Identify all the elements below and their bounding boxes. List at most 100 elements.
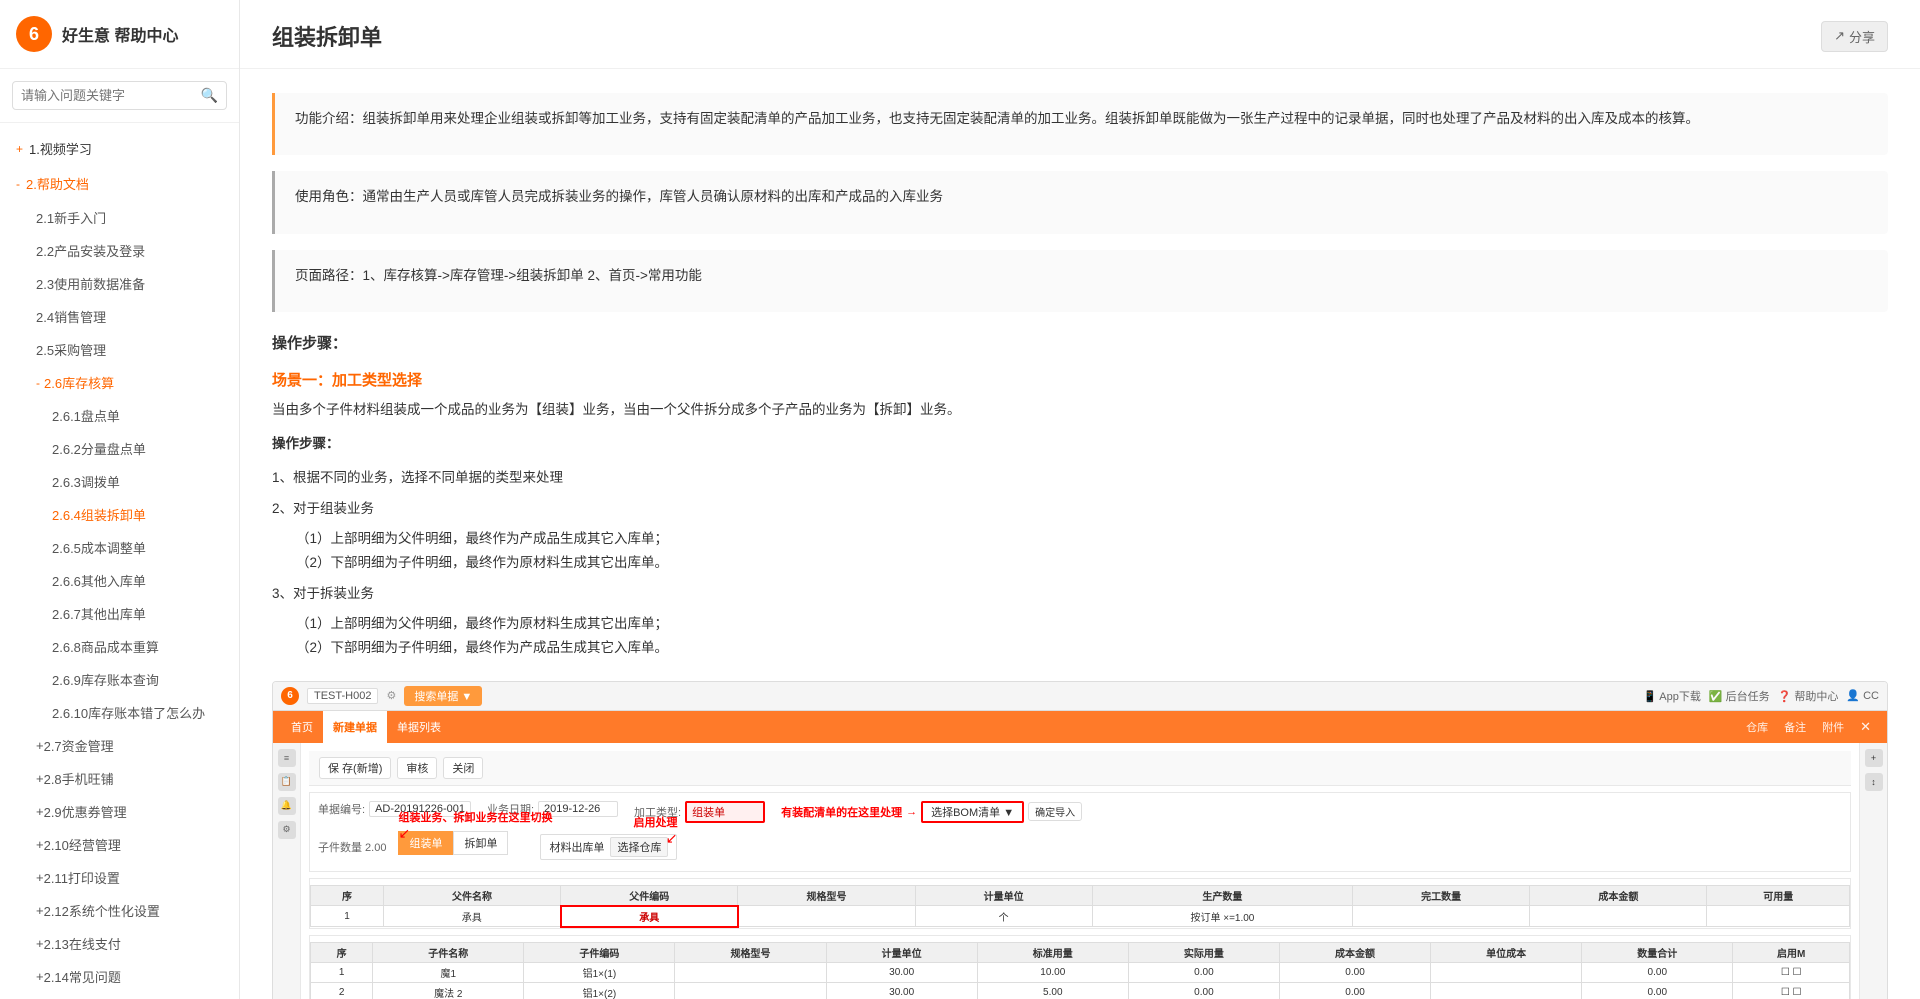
- fake-activation-label: 材料出库单: [549, 839, 604, 855]
- step1: 1、根据不同的业务，选择不同单据的类型来处理: [272, 466, 1888, 490]
- sidebar-item-transfer[interactable]: 2.6.3调拨单: [0, 465, 239, 498]
- fake-td-spec: [738, 906, 915, 927]
- fake-content-area: ≡ 📋 🔔 ⚙ 保 存(新增) 审核 关闭: [273, 743, 1887, 999]
- sidebar-item-ledger[interactable]: 2.6.9库存账本查询: [0, 663, 239, 696]
- fake-th-avail: 可用量: [1707, 885, 1850, 906]
- fake-annotation2-container: 组装业务、拆卸业务在这里切换 ↙: [398, 809, 552, 842]
- sidebar-item-cases[interactable]: + 2.15操作案例: [0, 993, 239, 999]
- sidebar-item-data-prep[interactable]: 2.3使用前数据准备: [0, 267, 239, 300]
- page-header: 组装拆卸单 ↗ 分享: [240, 0, 1920, 69]
- share-label: 分享: [1849, 27, 1875, 46]
- fake-th-parent-code: 父件编码: [561, 885, 738, 906]
- fake-bom-select[interactable]: 选择BOM清单 ▼: [921, 801, 1024, 823]
- sidebar-item-label: 1.视频学习: [29, 139, 92, 158]
- sidebar-subsub-label: 2.6.1盘点单: [52, 406, 120, 425]
- fake-search-btn[interactable]: 搜索单据 ▼: [404, 686, 482, 706]
- sidebar-item-ledger-fix[interactable]: 2.6.10库存账本错了怎么办: [0, 696, 239, 729]
- fake-left-icons: ≡ 📋 🔔 ⚙: [273, 743, 301, 999]
- sidebar-subsub-label: 2.6.9库存账本查询: [52, 670, 159, 689]
- fake-arrow-down1: ↙: [398, 825, 410, 842]
- sidebar-item-install[interactable]: 2.2产品安装及登录: [0, 234, 239, 267]
- step3: 3、对于拆装业务: [272, 582, 1888, 606]
- fake-icons-right: 📱 App下载 ✅ 后台任务 ❓ 帮助中心 👤 CC: [1643, 688, 1879, 704]
- search-input[interactable]: [21, 88, 201, 103]
- fake-nav-list[interactable]: 单据列表: [387, 711, 451, 743]
- collapse-sub-icon: -: [36, 376, 40, 390]
- fake-nav-current[interactable]: 新建单据: [323, 711, 387, 743]
- sidebar-item-assembly[interactable]: 2.6.4组装拆卸单: [0, 498, 239, 531]
- sidebar-sub-label: 2.2产品安装及登录: [36, 241, 145, 260]
- search-area: 🔍: [0, 69, 239, 123]
- sidebar-item-faq[interactable]: + 2.14常见问题: [0, 960, 239, 993]
- fake-cth-total-qty: 数量合计: [1582, 942, 1733, 962]
- sidebar-item-video[interactable]: + 1.视频学习: [0, 131, 239, 166]
- fake-appstore-icon: 📱 App下载: [1643, 688, 1701, 704]
- page-path-text: 页面路径：1、库存核算->库存管理->组装拆卸单 2、首页->常用功能: [295, 264, 1868, 288]
- sidebar-item-stocktake[interactable]: 2.6.1盘点单: [0, 399, 239, 432]
- sidebar-subsub-label: 2.6.10库存账本错了怎么办: [52, 703, 205, 722]
- sidebar-item-label: 2.帮助文档: [26, 174, 89, 193]
- sidebar-item-operation[interactable]: + 2.10经营管理: [0, 828, 239, 861]
- fake-company: TEST-H002: [307, 688, 378, 704]
- fake-nav-side-close[interactable]: ✕: [1852, 719, 1879, 735]
- fake-tb-close[interactable]: 关闭: [443, 757, 483, 779]
- table-row: 1 魔1 铝1×(1) 30.00 10.00 0.00 0.00: [311, 962, 1850, 982]
- fake-nav-side-item1: 仓库: [1738, 719, 1776, 735]
- step2: 2、对于组装业务: [272, 497, 1888, 521]
- sidebar-item-help[interactable]: - 2.帮助文档: [0, 166, 239, 201]
- fake-label-count: 子件数量 2.00: [318, 839, 386, 855]
- table-row: 1 承具 承具 个 按订单 ×=1.00: [311, 906, 1850, 927]
- fake-navbar: 首页 新建单据 单据列表 仓库 备注 附件 ✕: [273, 711, 1887, 743]
- fake-tb-audit[interactable]: 审核: [397, 757, 437, 779]
- sidebar-item-inventory[interactable]: - 2.6库存核算: [0, 366, 239, 399]
- expand-icon: +: [36, 804, 44, 819]
- fake-cth-std-qty: 标准用量: [977, 942, 1128, 962]
- sidebar-sub-label: 2.3使用前数据准备: [36, 274, 145, 293]
- sidebar-item-sales[interactable]: 2.4销售管理: [0, 300, 239, 333]
- sidebar-sub-label: 2.12系统个性化设置: [44, 901, 160, 920]
- sidebar-item-online-payment[interactable]: + 2.13在线支付: [0, 927, 239, 960]
- sidebar-item-other-inbound[interactable]: 2.6.6其他入库单: [0, 564, 239, 597]
- user-role-block: 使用角色：通常由生产人员或库管人员完成拆装业务的操作，库管人员确认原材料的出库和…: [272, 171, 1888, 233]
- sidebar-item-cost-recalc[interactable]: 2.6.8商品成本重算: [0, 630, 239, 663]
- fake-icon-1[interactable]: ≡: [278, 749, 296, 767]
- share-button[interactable]: ↗ 分享: [1821, 21, 1888, 52]
- fake-toolbar: 保 存(新增) 审核 关闭: [309, 751, 1851, 786]
- sidebar-item-other-outbound[interactable]: 2.6.7其他出库单: [0, 597, 239, 630]
- fake-process-area: 组装单 拆卸单 组装业务、拆卸业务在这里切换 ↙: [398, 831, 508, 863]
- fake-parent-table-area: 序 父件名称 父件编码 规格型号 计量单位 生产数量 完工数量 成本金额 可用量: [309, 878, 1851, 929]
- scene-desc: 当由多个子件材料组装成一个成品的业务为【组装】业务，当由一个父件拆分成多个子产品…: [272, 398, 1888, 422]
- sidebar-item-newbie[interactable]: 2.1新手入门: [0, 201, 239, 234]
- sidebar-sub-label: 2.1新手入门: [36, 208, 106, 227]
- fake-icon-2[interactable]: 📋: [278, 773, 296, 791]
- fake-td-prod-qty: 按订单 ×=1.00: [1092, 906, 1352, 927]
- fake-icon-4[interactable]: ⚙: [278, 821, 296, 839]
- sidebar-item-cost-adjust[interactable]: 2.6.5成本调整单: [0, 531, 239, 564]
- nav-section: + 1.视频学习 - 2.帮助文档 2.1新手入门 2.2产品安装及登录 2.3…: [0, 123, 239, 999]
- sidebar-item-partial-stocktake[interactable]: 2.6.2分量盘点单: [0, 432, 239, 465]
- fake-right-icon-1[interactable]: +: [1865, 749, 1883, 767]
- scene-title: 场景一：加工类型选择: [272, 369, 1888, 390]
- sidebar-item-finance[interactable]: + 2.7资金管理: [0, 729, 239, 762]
- fake-icon-3[interactable]: 🔔: [278, 797, 296, 815]
- sidebar: 6 好生意 帮助中心 🔍 + 1.视频学习 - 2.帮助文档 2.1新手入门 2…: [0, 0, 240, 999]
- fake-cth-spec: 规格型号: [675, 942, 826, 962]
- sidebar-item-purchase[interactable]: 2.5采购管理: [0, 333, 239, 366]
- sidebar-item-mobile[interactable]: + 2.8手机旺铺: [0, 762, 239, 795]
- fake-nav-side-item2: 备注: [1776, 719, 1814, 735]
- fake-value-type[interactable]: 组装单: [685, 801, 765, 823]
- function-intro-block: 功能介绍：组装拆卸单用来处理企业组装或拆卸等加工业务，支持有固定装配清单的产品加…: [272, 93, 1888, 155]
- sidebar-item-coupon[interactable]: + 2.9优惠券管理: [0, 795, 239, 828]
- fake-annotation1-text: 有装配清单的在这里处理: [781, 804, 902, 820]
- sidebar-item-customization[interactable]: + 2.12系统个性化设置: [0, 894, 239, 927]
- fake-tb-confirm[interactable]: 确定导入: [1028, 802, 1082, 821]
- fake-app-logo: 6: [281, 687, 299, 705]
- fake-nav-home[interactable]: 首页: [281, 711, 323, 743]
- fake-right-icon-2[interactable]: ↕: [1865, 773, 1883, 791]
- fake-tb-save[interactable]: 保 存(新增): [319, 757, 391, 779]
- search-box[interactable]: 🔍: [12, 81, 227, 110]
- sidebar-subsub-label: 2.6.4组装拆卸单: [52, 505, 146, 524]
- sidebar-sub-label: 2.9优惠券管理: [44, 802, 127, 821]
- sidebar-item-print[interactable]: + 2.11打印设置: [0, 861, 239, 894]
- content-body: 功能介绍：组装拆卸单用来处理企业组装或拆卸等加工业务，支持有固定装配清单的产品加…: [240, 69, 1920, 999]
